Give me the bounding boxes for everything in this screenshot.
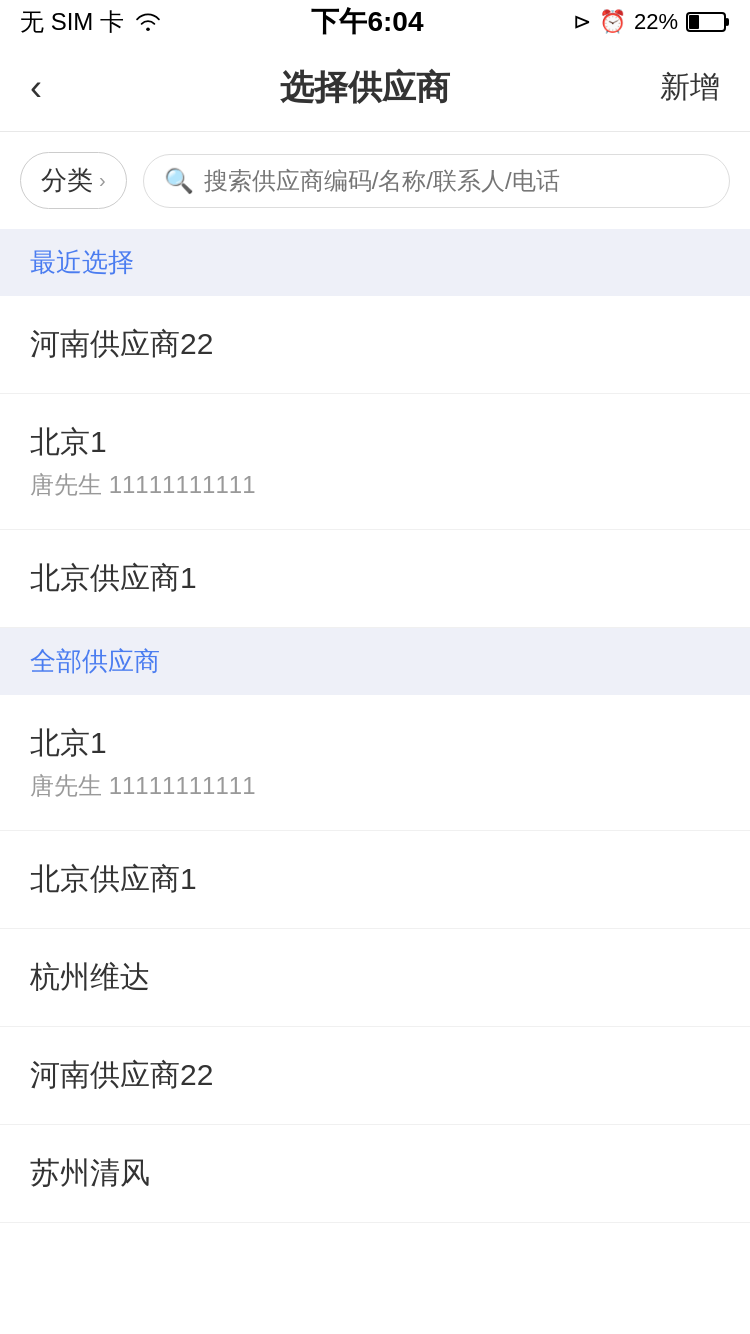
- list-item[interactable]: 北京供应商1: [0, 831, 750, 929]
- chevron-right-icon: ›: [99, 169, 106, 192]
- page-title: 选择供应商: [280, 65, 450, 111]
- item-contact: 唐先生 11111111111: [30, 469, 720, 501]
- svg-rect-2: [725, 18, 729, 26]
- sections-container: 最近选择河南供应商22 北京1 唐先生 11111111111 北京供应商1 全部供应商…: [0, 229, 750, 1223]
- section-header-recent: 最近选择: [0, 229, 750, 296]
- list-item[interactable]: 北京1 唐先生 11111111111: [0, 394, 750, 530]
- list-item[interactable]: 河南供应商22: [0, 1027, 750, 1125]
- section-header-label-all: 全部供应商: [30, 646, 160, 676]
- status-time: 下午6:04: [311, 3, 423, 41]
- battery-percentage: 22%: [634, 9, 678, 35]
- list-item[interactable]: 杭州维达: [0, 929, 750, 1027]
- alarm-icon: ⏰: [599, 9, 626, 35]
- add-button[interactable]: 新增: [640, 67, 720, 108]
- list-item[interactable]: 北京1 唐先生 11111111111: [0, 695, 750, 831]
- item-contact: 唐先生 11111111111: [30, 770, 720, 802]
- location-icon: ⊳: [573, 9, 591, 35]
- item-name: 河南供应商22: [30, 324, 720, 365]
- section-header-all: 全部供应商: [0, 628, 750, 695]
- status-left: 无 SIM 卡: [20, 6, 162, 38]
- item-name: 北京1: [30, 723, 720, 764]
- search-icon: 🔍: [164, 167, 194, 195]
- sim-status: 无 SIM 卡: [20, 6, 124, 38]
- search-bar[interactable]: 🔍: [143, 154, 730, 208]
- svg-rect-1: [689, 15, 699, 29]
- battery-icon: [686, 11, 730, 33]
- item-name: 北京供应商1: [30, 859, 720, 900]
- list-item[interactable]: 北京供应商1: [0, 530, 750, 628]
- item-name: 北京1: [30, 422, 720, 463]
- back-button[interactable]: ‹: [30, 67, 90, 109]
- category-filter-button[interactable]: 分类 ›: [20, 152, 127, 209]
- search-input[interactable]: [204, 167, 709, 195]
- status-right: ⊳ ⏰ 22%: [573, 9, 730, 35]
- item-name: 杭州维达: [30, 957, 720, 998]
- list-item[interactable]: 苏州清风: [0, 1125, 750, 1223]
- item-name: 北京供应商1: [30, 558, 720, 599]
- wifi-icon: [134, 12, 162, 32]
- item-name: 苏州清风: [30, 1153, 720, 1194]
- nav-bar: ‹ 选择供应商 新增: [0, 44, 750, 132]
- category-label: 分类: [41, 163, 93, 198]
- section-header-label-recent: 最近选择: [30, 247, 134, 277]
- list-item[interactable]: 河南供应商22: [0, 296, 750, 394]
- status-bar: 无 SIM 卡 下午6:04 ⊳ ⏰ 22%: [0, 0, 750, 44]
- filter-bar: 分类 › 🔍: [0, 132, 750, 229]
- item-name: 河南供应商22: [30, 1055, 720, 1096]
